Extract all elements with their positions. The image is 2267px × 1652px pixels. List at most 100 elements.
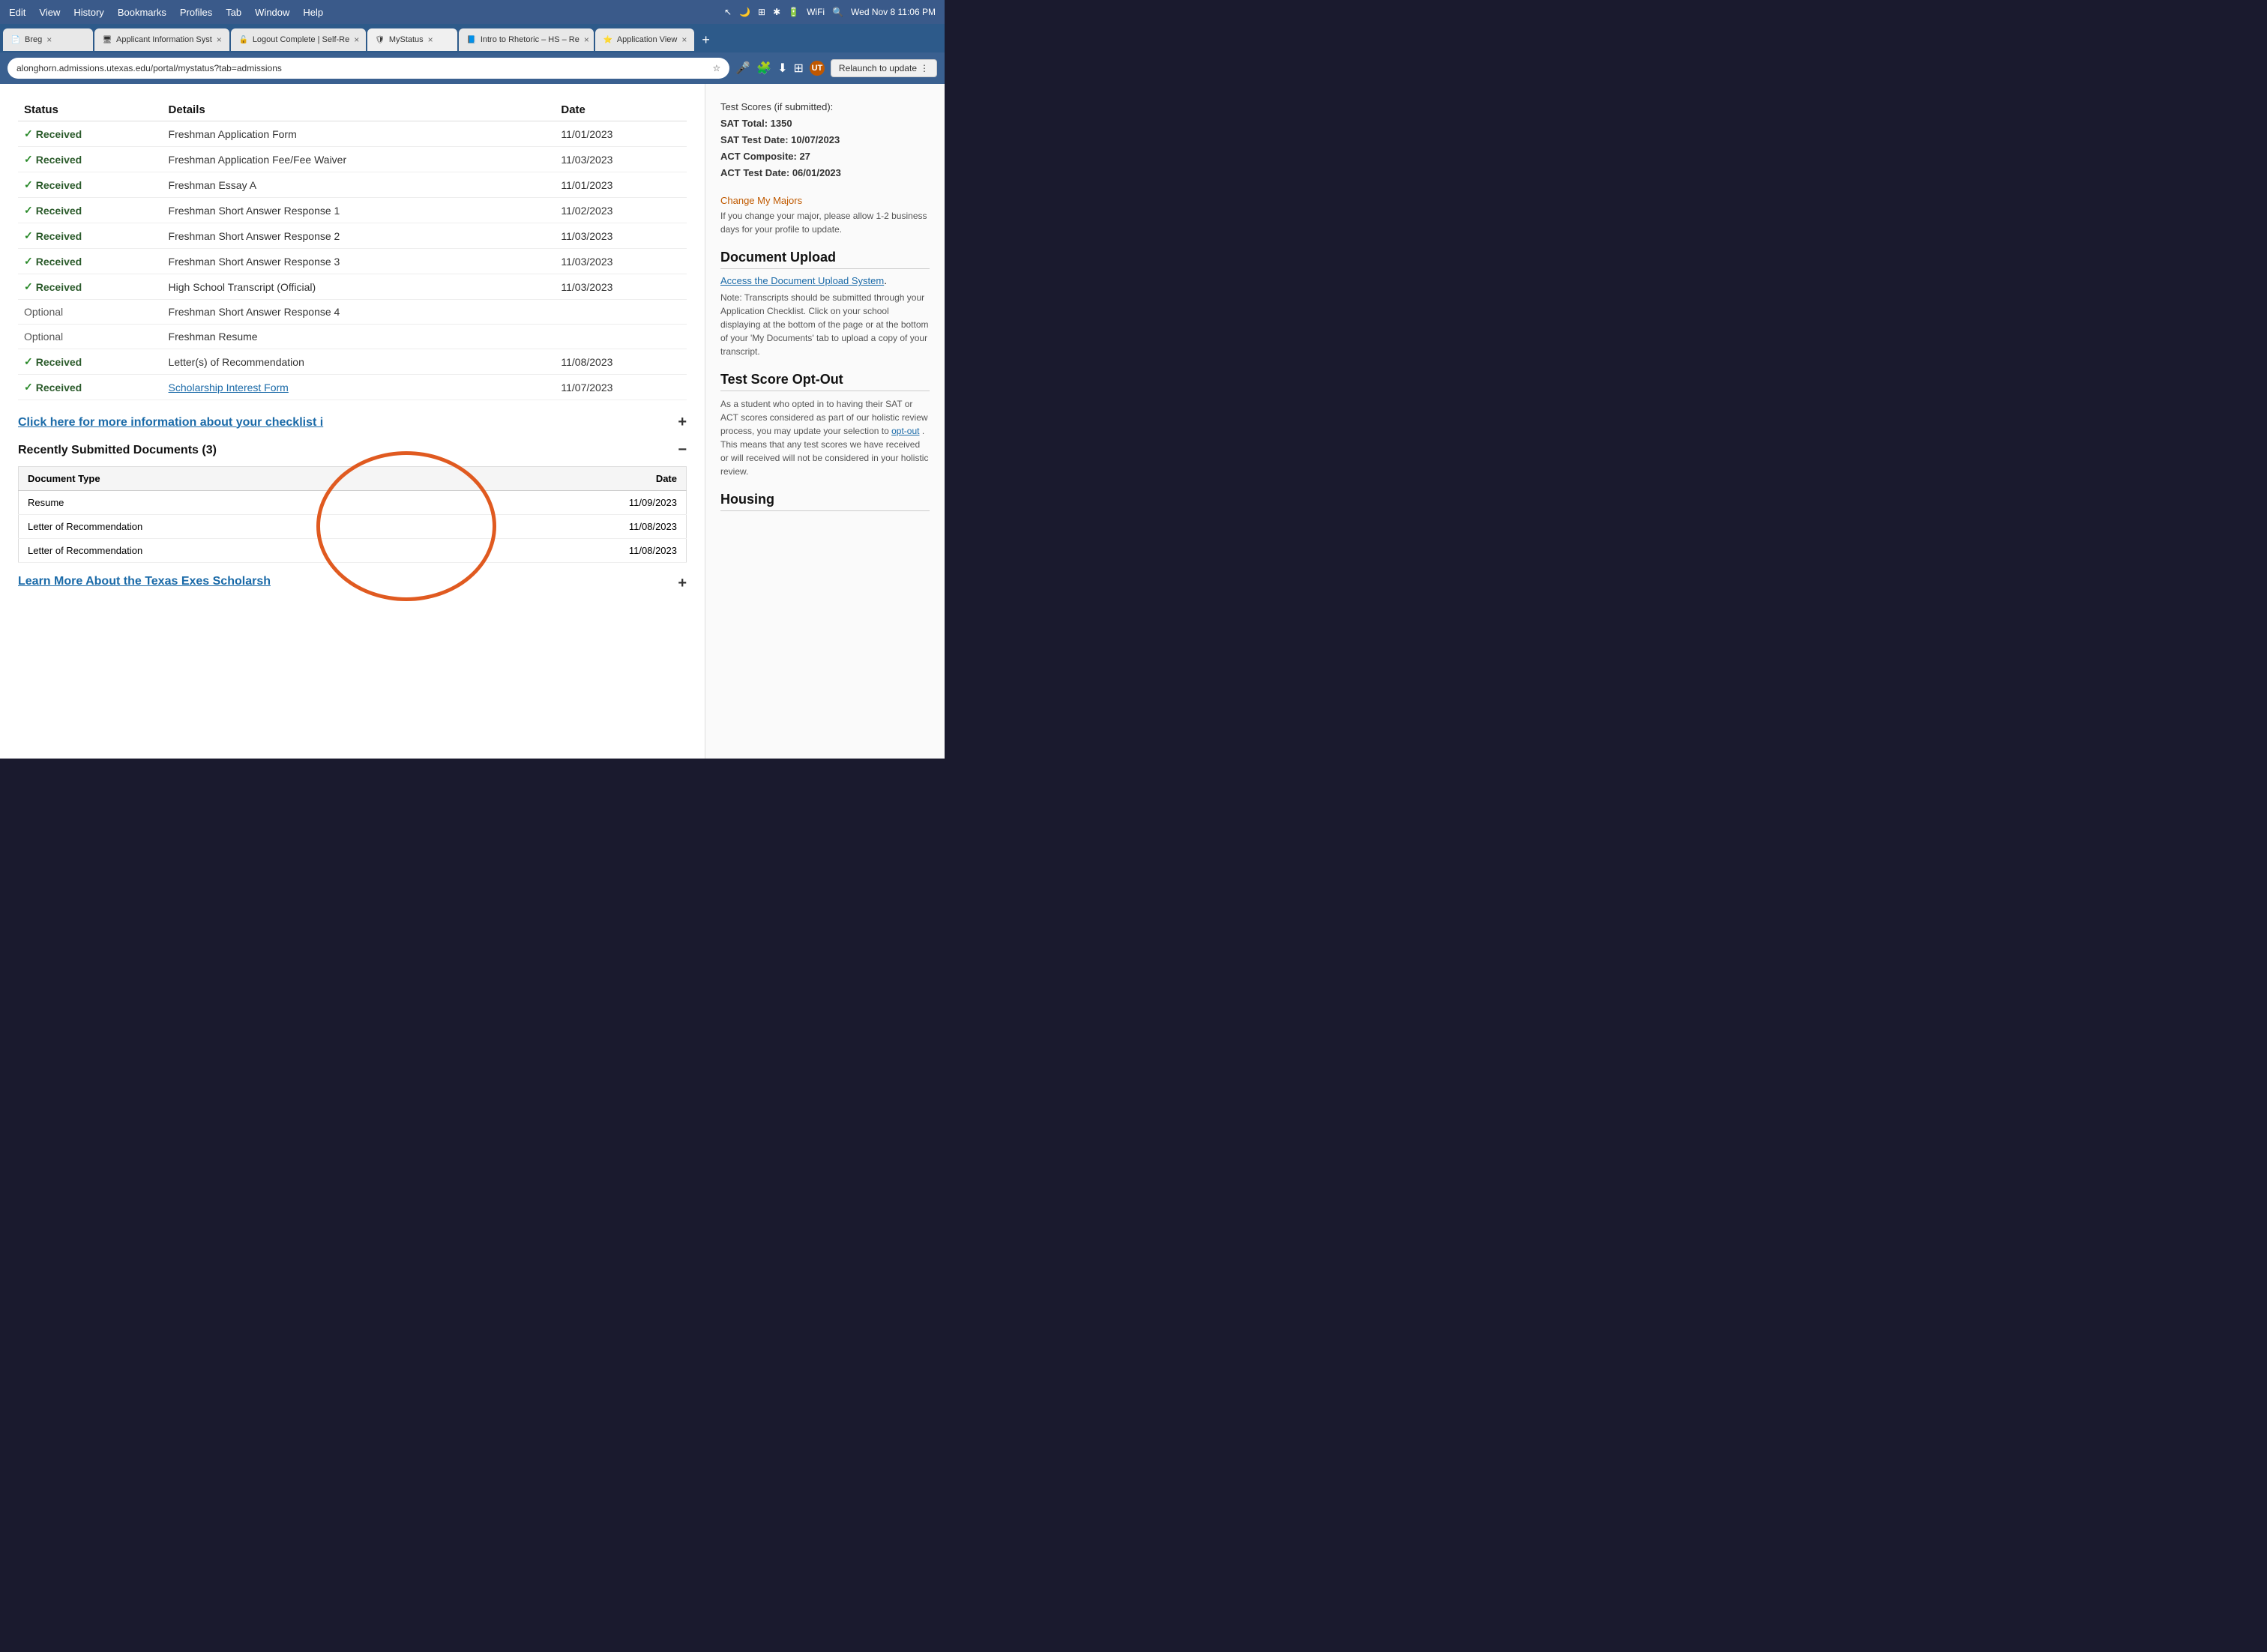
tabbar: 📄 Breg × 🖥 Applicant Information Syst × … [0,24,945,52]
change-majors-link[interactable]: Change My Majors [720,195,930,206]
new-tab-button[interactable]: + [696,32,716,48]
addressbar: alonghorn.admissions.utexas.edu/portal/m… [0,52,945,84]
table-row: Optional Freshman Short Answer Response … [18,300,687,325]
tab-logout[interactable]: 🔓 Logout Complete | Self-Re × [231,28,366,51]
list-item: Resume 11/09/2023 [19,491,687,515]
detail-text: Freshman Resume [163,325,556,349]
date-text: 11/03/2023 [555,249,687,274]
date-text: 11/01/2023 [555,172,687,198]
housing-title: Housing [720,492,930,511]
status-received: ✓ Received [24,381,157,394]
doc-date: 11/09/2023 [464,491,686,515]
menu-profiles[interactable]: Profiles [180,7,212,18]
mic-icon[interactable]: 🎤 [735,61,750,76]
doc-col-date: Date [464,467,686,491]
opt-out-link[interactable]: opt-out [891,426,919,436]
status-received: ✓ Received [24,355,157,368]
check-icon: ✓ [24,280,33,293]
detail-text: Freshman Application Fee/Fee Waiver [163,147,556,172]
relaunch-menu-icon: ⋮ [920,63,929,73]
status-received: ✓ Received [24,280,157,293]
document-upload-note: Note: Transcripts should be submitted th… [720,291,930,358]
sat-total: SAT Total: 1350 [720,115,930,132]
menu-view[interactable]: View [39,7,60,18]
detail-text: Freshman Short Answer Response 4 [163,300,556,325]
document-upload-section: Document Upload Access the Document Uplo… [720,250,930,358]
test-scores-title: Test Scores (if submitted): [720,99,930,115]
doc-type: Letter of Recommendation [19,515,465,539]
doc-type: Resume [19,491,465,515]
tab-close-breg[interactable]: × [46,34,52,45]
col-status: Status [18,99,163,121]
expand-icon[interactable]: + [678,414,687,431]
menu-help[interactable]: Help [303,7,323,18]
detail-text: Letter(s) of Recommendation [163,349,556,375]
check-icon: ✓ [24,127,33,140]
learn-more-section: Learn More About the Texas Exes Scholars… [18,575,687,592]
list-item: Letter of Recommendation 11/08/2023 [19,515,687,539]
col-details: Details [163,99,556,121]
table-row: ✓ Received High School Transcript (Offic… [18,274,687,300]
table-row: ✓ Received Letter(s) of Recommendation 1… [18,349,687,375]
ut-icon[interactable]: UT [810,61,825,76]
status-table: Status Details Date ✓ Received Freshman … [18,99,687,400]
date-text: 11/08/2023 [555,349,687,375]
tab-label-breg: Breg [25,35,42,44]
detail-text: Freshman Short Answer Response 3 [163,249,556,274]
date-text: 11/01/2023 [555,121,687,147]
bookmark-icon[interactable]: ☆ [712,63,720,73]
col-date: Date [555,99,687,121]
tab-favicon-breg: 📄 [10,34,21,45]
tab-close-rhetoric[interactable]: × [584,34,589,45]
recently-submitted-header: Recently Submitted Documents (3) − [18,441,687,459]
checklist-link[interactable]: Click here for more information about yo… [18,416,323,429]
list-item: Letter of Recommendation 11/08/2023 [19,539,687,563]
menu-bookmarks[interactable]: Bookmarks [118,7,166,18]
menubar-left: Edit View History Bookmarks Profiles Tab… [9,7,323,18]
scholarship-link[interactable]: Scholarship Interest Form [169,382,289,394]
tab-breg[interactable]: 📄 Breg × [3,28,93,51]
doc-col-type: Document Type [19,467,465,491]
tab-applicant[interactable]: 🖥 Applicant Information Syst × [94,28,229,51]
tab-mystatus[interactable]: 🛡 MyStatus × [367,28,457,51]
tab-grid-icon[interactable]: ⊞ [794,61,804,76]
menu-tab[interactable]: Tab [226,7,241,18]
test-score-optout-text: As a student who opted in to having thei… [720,397,930,478]
detail-text: Scholarship Interest Form [163,375,556,400]
check-icon: ✓ [24,178,33,191]
relaunch-label: Relaunch to update [839,63,917,73]
download-icon[interactable]: ⬇ [777,61,787,76]
tab-close-logout[interactable]: × [354,34,359,45]
document-upload-link[interactable]: Access the Document Upload System [720,275,884,286]
menu-window[interactable]: Window [255,7,289,18]
check-icon: ✓ [24,355,33,368]
test-score-optout-section: Test Score Opt-Out As a student who opte… [720,372,930,478]
tab-close-applicant[interactable]: × [217,34,222,45]
tab-label-appview: Application View [617,35,678,44]
tab-appview[interactable]: ⭐ Application View × [595,28,695,51]
doc-table: Document Type Date Resume 11/09/2023 Let… [18,466,687,563]
act-composite: ACT Composite: 27 [720,148,930,165]
search-icon[interactable]: 🔍 [832,7,843,17]
learn-more-link[interactable]: Learn More About the Texas Exes Scholars… [18,575,271,592]
detail-text: Freshman Short Answer Response 2 [163,223,556,249]
status-optional: Optional [24,306,63,318]
tab-favicon-applicant: 🖥 [102,34,112,45]
test-score-optout-title: Test Score Opt-Out [720,372,930,391]
recently-submitted-title: Recently Submitted Documents (3) [18,444,217,457]
menu-edit[interactable]: Edit [9,7,25,18]
battery-icon: 🔋 [788,7,799,17]
url-text: alonghorn.admissions.utexas.edu/portal/m… [16,63,282,73]
tab-close-mystatus[interactable]: × [428,34,433,45]
tab-rhetoric[interactable]: 📘 Intro to Rhetoric – HS – Re × [459,28,594,51]
learn-more-expand[interactable]: + [678,575,687,592]
url-bar[interactable]: alonghorn.admissions.utexas.edu/portal/m… [7,58,729,79]
extensions-icon[interactable]: 🧩 [756,61,771,76]
menu-history[interactable]: History [73,7,103,18]
tab-label-mystatus: MyStatus [389,35,424,44]
collapse-icon[interactable]: − [678,441,687,459]
check-icon: ✓ [24,204,33,217]
relaunch-button[interactable]: Relaunch to update ⋮ [831,59,937,77]
tab-close-appview[interactable]: × [681,34,687,45]
date-text [555,325,687,349]
